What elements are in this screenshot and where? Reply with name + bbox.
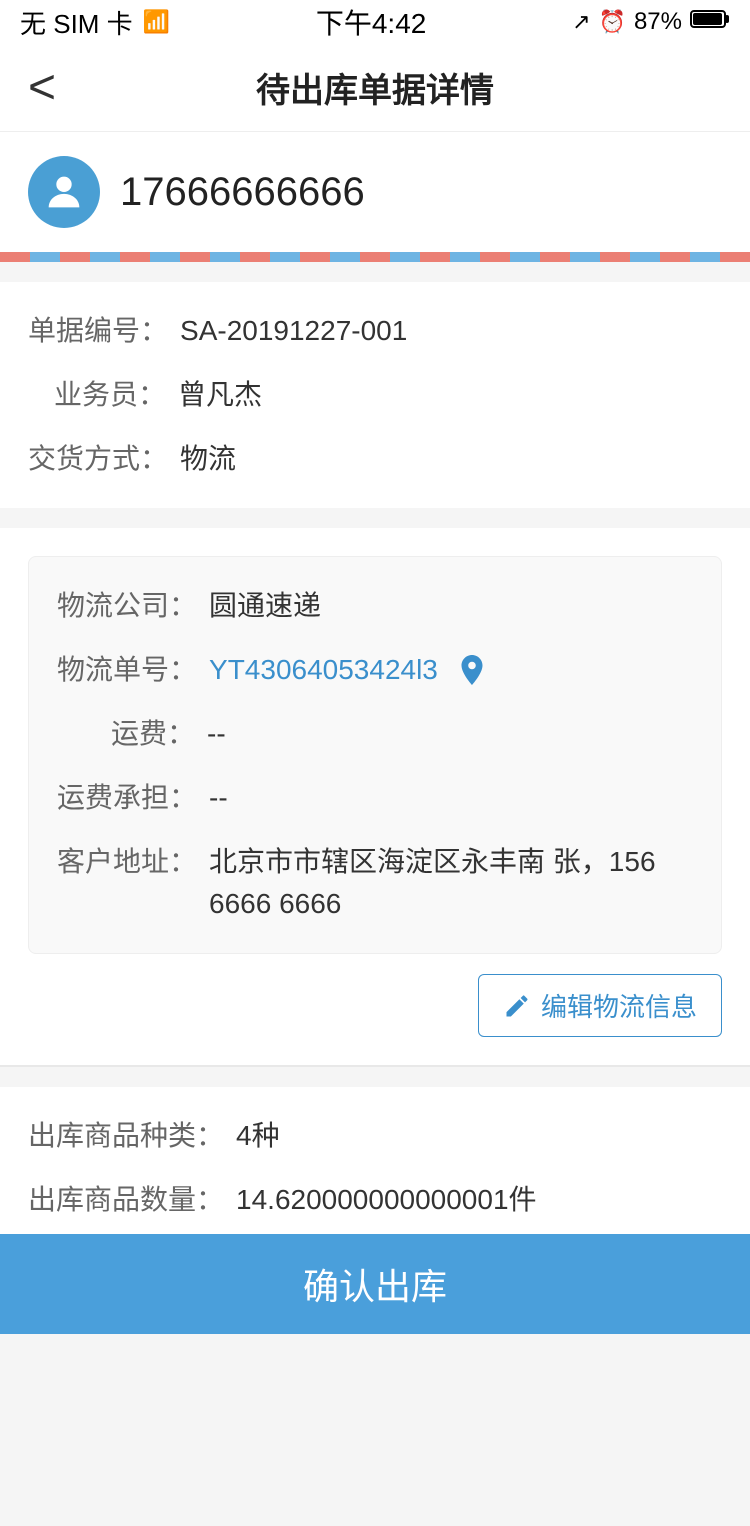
address-label: 客户地址： [57, 841, 209, 883]
goods-category-value: 4种 [236, 1115, 722, 1157]
logistics-company-value: 圆通速递 [209, 585, 693, 627]
logistics-company-label: 物流公司： [57, 585, 209, 627]
status-left: 无 SIM 卡 📶 [20, 4, 170, 41]
wifi-icon: 📶 [143, 9, 170, 35]
salesperson-value: 曾凡杰 [178, 374, 722, 416]
goods-quantity-row: 出库商品数量： 14.620000000000001件 [28, 1179, 722, 1221]
freight-row: 运费： -- [57, 713, 693, 755]
freight-label: 运费： [57, 713, 207, 755]
battery-icon [690, 8, 730, 37]
freight-bearer-row: 运费承担： -- [57, 777, 693, 819]
edit-icon [503, 992, 531, 1020]
logistics-company-row: 物流公司： 圆通速递 [57, 585, 693, 627]
document-number-row: 单据编号： SA-20191227-001 [28, 310, 722, 352]
delivery-method-label: 交货方式： [28, 438, 180, 480]
bottom-spacer [0, 1326, 750, 1526]
location-pin-icon[interactable] [454, 652, 490, 688]
delivery-method-row: 交货方式： 物流 [28, 438, 722, 480]
freight-bearer-value: -- [209, 777, 693, 819]
confirm-bar: 确认出库 [0, 1234, 750, 1334]
alarm-icon: ⏰ [599, 9, 626, 35]
tracking-number-row: 物流单号： YT43064053424l3 [57, 649, 693, 691]
customer-avatar [28, 156, 100, 228]
goods-quantity-label: 出库商品数量： [28, 1179, 236, 1221]
customer-phone: 17666666666 [120, 170, 365, 215]
tracking-number-label: 物流单号： [57, 649, 209, 691]
logistics-card: 物流公司： 圆通速递 物流单号： YT43064053424l3 运费： -- … [28, 556, 722, 954]
nav-bar: < 待出库单据详情 [0, 44, 750, 132]
avatar-icon [41, 169, 87, 215]
freight-bearer-label: 运费承担： [57, 777, 209, 819]
status-bar: 无 SIM 卡 📶 下午4:42 ↗ ⏰ 87% [0, 0, 750, 44]
customer-header: 17666666666 [0, 132, 750, 252]
salesperson-label: 业务员： [28, 374, 178, 416]
goods-category-row: 出库商品种类： 4种 [28, 1115, 722, 1157]
page-title: 待出库单据详情 [256, 63, 494, 112]
address-value: 北京市市辖区海淀区永丰南 张，156 6666 6666 [209, 841, 693, 925]
carrier-text: 无 SIM 卡 [20, 4, 133, 41]
goods-quantity-value: 14.620000000000001件 [236, 1179, 722, 1221]
tracking-number-value: YT43064053424l3 [209, 649, 438, 691]
location-status-icon: ↗ [572, 9, 590, 35]
delivery-method-value: 物流 [180, 438, 722, 480]
order-info-section: 单据编号： SA-20191227-001 业务员： 曾凡杰 交货方式： 物流 [0, 282, 750, 508]
logistics-section: 物流公司： 圆通速递 物流单号： YT43064053424l3 运费： -- … [0, 528, 750, 1065]
edit-logistics-button[interactable]: 编辑物流信息 [478, 974, 722, 1037]
freight-value: -- [207, 713, 693, 755]
goods-category-label: 出库商品种类： [28, 1115, 236, 1157]
back-button[interactable]: < [28, 60, 56, 115]
edit-logistics-label: 编辑物流信息 [541, 987, 697, 1024]
section-divider [0, 1065, 750, 1067]
document-number-label: 单据编号： [28, 310, 180, 352]
document-number-value: SA-20191227-001 [180, 310, 722, 352]
confirm-outbound-button[interactable]: 确认出库 [0, 1234, 750, 1334]
dashed-divider [0, 252, 750, 262]
address-row: 客户地址： 北京市市辖区海淀区永丰南 张，156 6666 6666 [57, 841, 693, 925]
status-time: 下午4:42 [316, 2, 427, 42]
battery-text: 87% [634, 8, 682, 36]
status-right: ↗ ⏰ 87% [572, 8, 730, 37]
edit-logistics-area: 编辑物流信息 [28, 974, 722, 1037]
salesperson-row: 业务员： 曾凡杰 [28, 374, 722, 416]
tracking-row: YT43064053424l3 [209, 649, 490, 691]
